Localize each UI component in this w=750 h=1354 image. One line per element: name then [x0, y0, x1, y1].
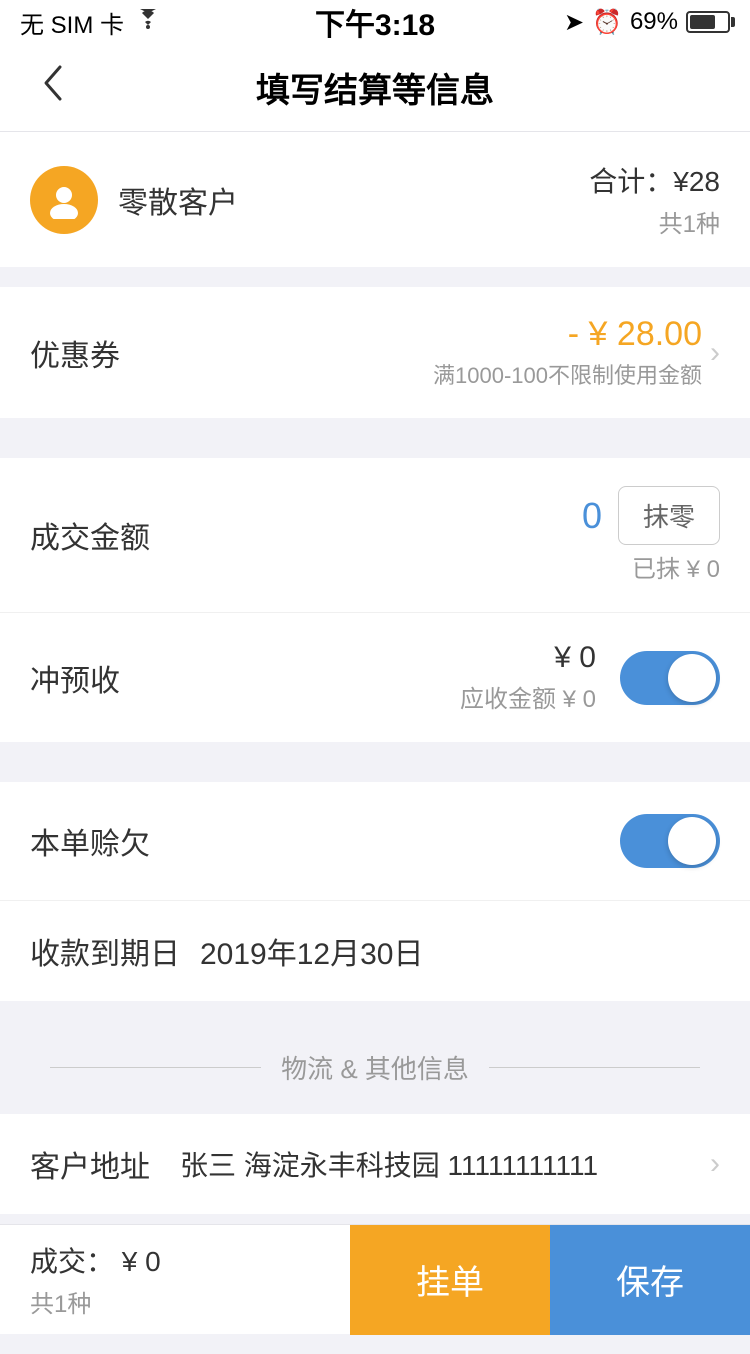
prepaid-amounts: ¥ 0 应收金额 ¥ 0 — [460, 641, 596, 714]
coupon-label: 优惠券 — [30, 331, 120, 375]
coupon-row[interactable]: 优惠券 - ¥ 28.00 满1000-100不限制使用金额 › — [0, 287, 750, 418]
coupon-description: 满1000-100不限制使用金额 — [433, 358, 702, 390]
debt-label: 本单赊欠 — [30, 819, 150, 863]
status-right: ➤ ⏰ 69% — [564, 8, 730, 37]
deal-amount-label: 成交金额 — [30, 513, 150, 557]
wifi-icon — [134, 8, 162, 36]
deal-amount-row: 成交金额 0 抹零 已抹 ¥ 0 — [0, 458, 750, 613]
prepaid-sub-amount: 应收金额 ¥ 0 — [460, 679, 596, 714]
customer-left: 零散客户 — [30, 166, 238, 234]
prepaid-main-amount: ¥ 0 — [460, 641, 596, 675]
save-button[interactable]: 保存 — [550, 1225, 750, 1335]
coupon-arrow-icon: › — [710, 336, 720, 370]
address-section: 客户地址 张三 海淀永丰科技园 11111111111 › — [0, 1114, 750, 1214]
customer-name: 零散客户 — [118, 178, 238, 222]
address-row[interactable]: 客户地址 张三 海淀永丰科技园 11111111111 › — [0, 1114, 750, 1214]
hold-button[interactable]: 挂单 — [350, 1225, 550, 1335]
coupon-section: 优惠券 - ¥ 28.00 满1000-100不限制使用金额 › — [0, 287, 750, 418]
customer-right: 合计：¥28 共1种 — [589, 160, 720, 239]
prepaid-toggle[interactable] — [620, 651, 720, 705]
section-separator-2 — [0, 762, 750, 782]
debt-section: 本单赊欠 收款到期日 2019年12月30日 — [0, 782, 750, 1001]
deal-amount-sub: 已抹 ¥ 0 — [482, 549, 720, 584]
page-title: 填写结算等信息 — [256, 63, 494, 112]
coupon-discount: - ¥ 28.00 — [433, 315, 702, 354]
prepaid-label: 冲预收 — [30, 656, 120, 700]
debt-toggle[interactable] — [620, 814, 720, 868]
round-off-button[interactable]: 抹零 — [618, 486, 720, 545]
nav-bar: 填写结算等信息 — [0, 44, 750, 132]
address-label: 客户地址 — [30, 1142, 150, 1186]
bottom-bar: 成交： ¥ 0 共1种 挂单 保存 — [0, 1224, 750, 1334]
total-amount: 合计：¥28 — [589, 160, 720, 200]
address-arrow-icon: › — [710, 1147, 720, 1181]
customer-avatar — [30, 166, 98, 234]
back-button[interactable] — [30, 53, 74, 122]
coupon-right: - ¥ 28.00 满1000-100不限制使用金额 — [433, 315, 702, 390]
bottom-count: 共1种 — [30, 1284, 320, 1319]
debt-toggle-knob — [668, 817, 716, 865]
duedate-row: 收款到期日 2019年12月30日 — [0, 901, 750, 1001]
duedate-value: 2019年12月30日 — [200, 929, 423, 973]
customer-section: 零散客户 合计：¥28 共1种 — [0, 132, 750, 267]
logistics-header: 物流 & 其他信息 — [0, 1021, 750, 1114]
duedate-label: 收款到期日 — [30, 929, 180, 973]
bottom-deal-label: 成交： — [30, 1246, 114, 1277]
deal-amount-value[interactable]: 0 — [482, 495, 602, 537]
address-value: 张三 海淀永丰科技园 11111111111 — [180, 1144, 702, 1184]
status-left: 无 SIM 卡 — [20, 5, 162, 40]
deal-prepaid-section: 成交金额 0 抹零 已抹 ¥ 0 冲预收 ¥ 0 应收金额 ¥ 0 — [0, 458, 750, 742]
prepaid-toggle-knob — [668, 654, 716, 702]
logistics-title: 物流 & 其他信息 — [281, 1049, 469, 1086]
alarm-icon: ⏰ — [592, 8, 622, 37]
carrier-text: 无 SIM 卡 — [20, 5, 124, 40]
bottom-deal-text: 成交： ¥ 0 — [30, 1240, 320, 1280]
content-area: 零散客户 合计：¥28 共1种 优惠券 - ¥ 28.00 满1000-100不… — [0, 132, 750, 1354]
battery-icon — [686, 11, 730, 33]
total-count: 共1种 — [589, 204, 720, 239]
section-separator-1 — [0, 438, 750, 458]
prepaid-row: 冲预收 ¥ 0 应收金额 ¥ 0 — [0, 613, 750, 742]
prepaid-right: ¥ 0 应收金额 ¥ 0 — [460, 641, 720, 714]
status-bar: 无 SIM 卡 下午3:18 ➤ ⏰ 69% — [0, 0, 750, 44]
bottom-deal-amount: ¥ 0 — [122, 1246, 161, 1277]
battery-percent: 69% — [630, 8, 678, 36]
status-time: 下午3:18 — [315, 0, 435, 44]
location-icon: ➤ — [564, 8, 584, 37]
bottom-info: 成交： ¥ 0 共1种 — [0, 1240, 350, 1319]
debt-row: 本单赊欠 — [0, 782, 750, 900]
customer-row: 零散客户 合计：¥28 共1种 — [0, 132, 750, 267]
